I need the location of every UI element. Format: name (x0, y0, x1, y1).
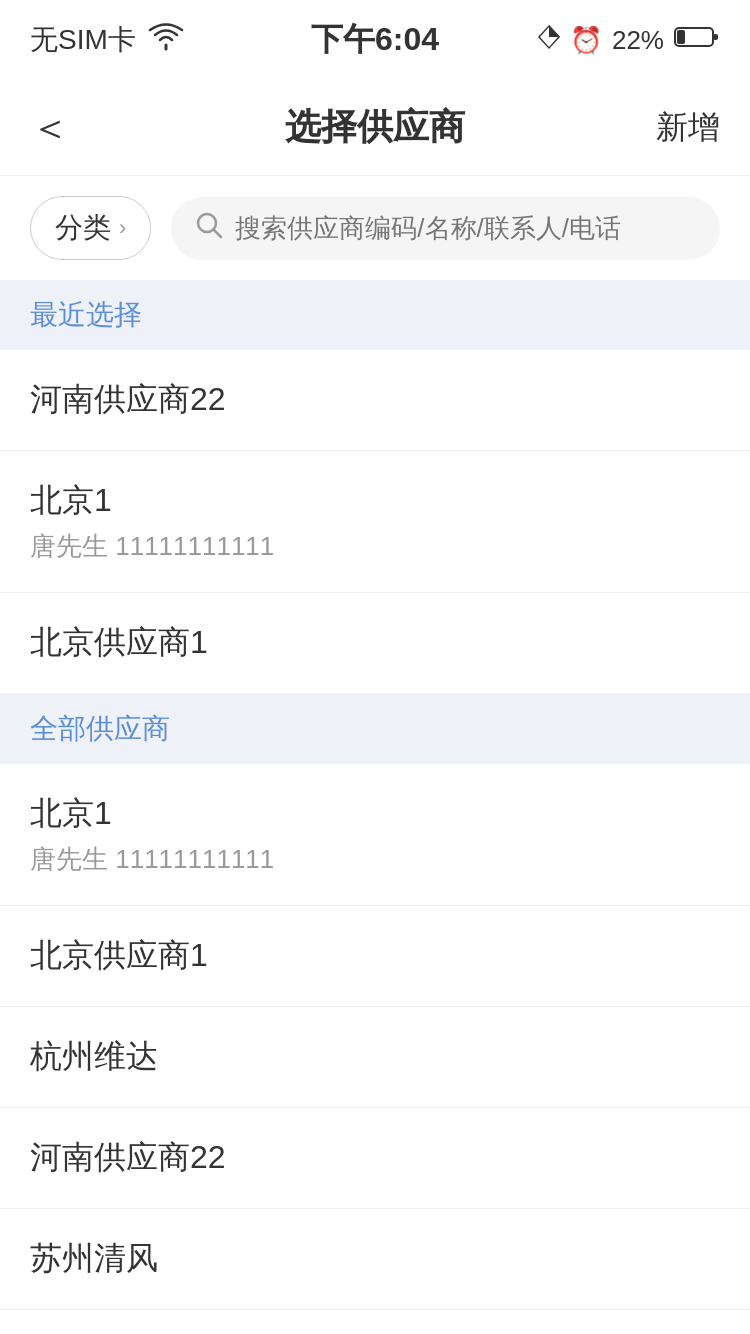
location-icon (538, 23, 560, 58)
page-title: 选择供应商 (285, 103, 465, 152)
status-left: 无SIM卡 (30, 21, 184, 59)
item-name: 河南供应商22 (30, 1136, 720, 1180)
category-button[interactable]: 分类 › (30, 196, 151, 260)
filter-bar: 分类 › (0, 176, 750, 280)
list-item[interactable]: 河南供应商22 (0, 1108, 750, 1209)
alarm-icon: ⏰ (570, 25, 602, 56)
list-item[interactable]: 北京1 唐先生 11111111111 (0, 764, 750, 906)
status-right: ⏰ 22% (538, 23, 720, 58)
carrier-label: 无SIM卡 (30, 21, 136, 59)
svg-line-7 (214, 230, 221, 237)
category-label: 分类 (55, 209, 111, 247)
all-items-list: 北京1 唐先生 11111111111 北京供应商1 杭州维达 河南供应商22 … (0, 764, 750, 1310)
battery-icon (674, 25, 720, 56)
item-name: 杭州维达 (30, 1035, 720, 1079)
item-name: 河南供应商22 (30, 378, 720, 422)
search-input[interactable] (235, 213, 696, 244)
svg-marker-2 (549, 25, 560, 37)
item-name: 北京供应商1 (30, 934, 720, 978)
status-bar: 无SIM卡 下午6:04 ⏰ 22% (0, 0, 750, 80)
item-contact: 唐先生 11111111111 (30, 842, 720, 877)
wifi-icon (148, 23, 184, 58)
chevron-right-icon: › (119, 215, 126, 241)
list-item[interactable]: 北京1 唐先生 11111111111 (0, 451, 750, 593)
list-item[interactable]: 北京供应商1 (0, 906, 750, 1007)
add-button[interactable]: 新增 (656, 106, 720, 150)
list-item[interactable]: 北京供应商1 (0, 593, 750, 694)
search-icon (195, 211, 223, 246)
recent-section-header: 最近选择 (0, 280, 750, 350)
svg-rect-4 (677, 30, 685, 44)
list-item[interactable]: 苏州清风 (0, 1209, 750, 1310)
search-box (171, 197, 720, 260)
svg-rect-5 (713, 34, 718, 40)
all-section-header: 全部供应商 (0, 694, 750, 764)
status-time: 下午6:04 (311, 18, 439, 62)
battery-label: 22% (612, 25, 664, 56)
nav-bar: ＜ 选择供应商 新增 (0, 80, 750, 176)
list-item[interactable]: 河南供应商22 (0, 350, 750, 451)
recent-items-list: 河南供应商22 北京1 唐先生 11111111111 北京供应商1 (0, 350, 750, 694)
back-button[interactable]: ＜ (30, 100, 110, 155)
item-name: 北京供应商1 (30, 621, 720, 665)
item-contact: 唐先生 11111111111 (30, 529, 720, 564)
list-item[interactable]: 杭州维达 (0, 1007, 750, 1108)
item-name: 北京1 (30, 479, 720, 523)
item-name: 苏州清风 (30, 1237, 720, 1281)
item-name: 北京1 (30, 792, 720, 836)
